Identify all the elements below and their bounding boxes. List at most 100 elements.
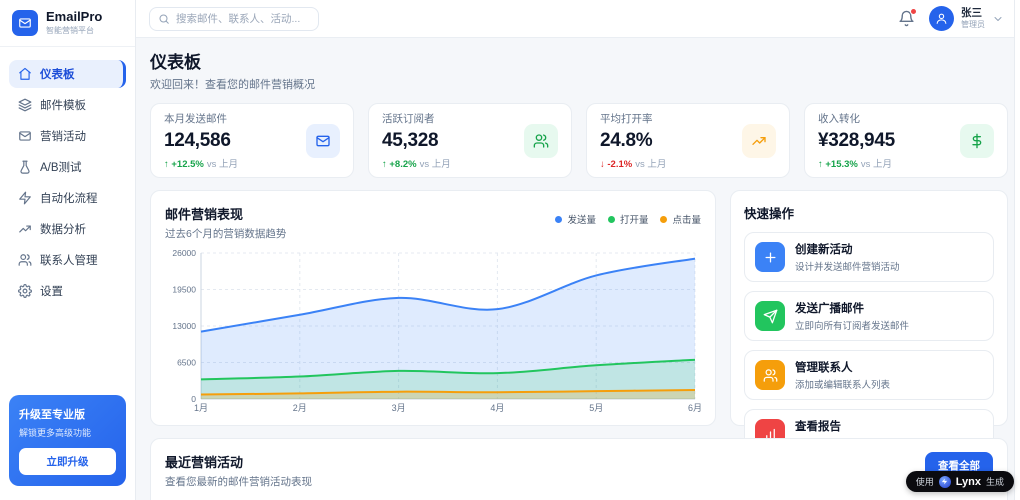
stat-change: ↑ +15.3%vs 上月 [818, 156, 895, 170]
user-menu[interactable]: 张三 管理员 [929, 6, 1004, 31]
quick-actions-card: 快速操作 创建新活动设计并发送邮件营销活动发送广播邮件立即向所有订阅者发送邮件管… [730, 190, 1008, 426]
app-root: EmailPro 智能营销平台 仪表板邮件模板营销活动A/B测试自动化流程数据分… [0, 0, 1020, 500]
recent-campaigns-card: 最近营销活动 查看您最新的邮件营销活动表现 查看全部 活动名称状态发送量打开率点… [150, 438, 1008, 500]
user-name: 张三 [961, 7, 985, 20]
scrollbar-track[interactable] [1014, 0, 1020, 500]
quick-action-create-campaign[interactable]: 创建新活动设计并发送邮件营销活动 [744, 232, 994, 282]
quick-action-title: 管理联系人 [795, 359, 890, 375]
stat-change: ↑ +12.5%vs 上月 [164, 156, 238, 170]
upgrade-button[interactable]: 立即升级 [19, 448, 116, 475]
sidebar-item-label: 营销活动 [40, 128, 86, 144]
upgrade-subtitle: 解锁更多高级功能 [19, 426, 116, 439]
notification-dot [910, 8, 917, 15]
chevron-down-icon [992, 13, 1004, 25]
stat-value: 24.8% [600, 130, 666, 152]
svg-text:1月: 1月 [194, 403, 208, 413]
upgrade-title: 升级至专业版 [19, 406, 116, 422]
svg-text:6500: 6500 [177, 358, 196, 368]
flask-icon [18, 160, 32, 174]
stat-card-1: 活跃订阅者 45,328 ↑ +8.2%vs 上月 [368, 103, 572, 178]
send-icon [755, 301, 785, 331]
sidebar-item-analytics[interactable]: 数据分析 [9, 215, 126, 243]
brand: EmailPro 智能营销平台 [0, 0, 135, 47]
quick-action-subtitle: 添加或编辑联系人列表 [795, 377, 890, 391]
sidebar-item-label: 数据分析 [40, 221, 86, 237]
legend-dot [555, 216, 562, 223]
quick-action-subtitle: 立即向所有订阅者发送邮件 [795, 318, 909, 332]
quick-action-send-broadcast[interactable]: 发送广播邮件立即向所有订阅者发送邮件 [744, 291, 994, 341]
stat-label: 活跃订阅者 [382, 111, 451, 126]
upgrade-card: 升级至专业版 解锁更多高级功能 立即升级 [9, 395, 126, 486]
home-icon [18, 67, 32, 81]
dollar-icon [960, 124, 994, 158]
avatar [929, 6, 954, 31]
stat-label: 平均打开率 [600, 111, 666, 126]
brand-name: EmailPro [46, 10, 102, 25]
mail-icon [306, 124, 340, 158]
sidebar-item-label: 仪表板 [40, 66, 75, 82]
sidebar-item-dashboard[interactable]: 仪表板 [9, 60, 126, 88]
legend-dot [608, 216, 615, 223]
stat-change: ↑ +8.2%vs 上月 [382, 156, 451, 170]
quick-action-manage-contacts[interactable]: 管理联系人添加或编辑联系人列表 [744, 350, 994, 400]
plus-icon [755, 242, 785, 272]
svg-text:19500: 19500 [172, 285, 196, 295]
quick-action-title: 发送广播邮件 [795, 300, 909, 316]
stat-label: 收入转化 [818, 111, 895, 126]
users-icon [18, 253, 32, 267]
search-box[interactable] [149, 7, 319, 31]
watermark-suffix: 生成 [986, 475, 1004, 488]
users-icon [524, 124, 558, 158]
stat-label: 本月发送邮件 [164, 111, 238, 126]
sidebar-item-campaigns[interactable]: 营销活动 [9, 122, 126, 150]
stat-cards-row: 本月发送邮件 124,586 ↑ +12.5%vs 上月 活跃订阅者 45,328 ↑ +… [150, 103, 1008, 178]
legend-item-0: 发送量 [555, 212, 596, 226]
performance-chart-card: 邮件营销表现 过去6个月的营销数据趋势 发送量打开量点击量 0650013000… [150, 190, 716, 426]
watermark-brand: Lynx [956, 476, 981, 488]
main-column: 张三 管理员 仪表板 欢迎回来！查看您的邮件营销概况 本月发送邮件 124,586… [136, 0, 1020, 500]
legend-item-2: 点击量 [660, 212, 701, 226]
layers-icon [18, 98, 32, 112]
quick-action-title: 查看报告 [795, 418, 900, 434]
sidebar-item-label: A/B测试 [40, 159, 82, 175]
brand-tagline: 智能营销平台 [46, 25, 102, 36]
legend-dot [660, 216, 667, 223]
page-title: 仪表板 [150, 48, 1008, 73]
sidebar-item-label: 自动化流程 [40, 190, 98, 206]
svg-text:5月: 5月 [589, 403, 603, 413]
sidebar: EmailPro 智能营销平台 仪表板邮件模板营销活动 A/B测试自动化流程数据分… [0, 0, 136, 500]
sidebar-item-label: 联系人管理 [40, 252, 98, 268]
stat-value: 45,328 [382, 130, 451, 152]
recent-title: 最近营销活动 [165, 452, 312, 471]
svg-text:13000: 13000 [172, 321, 196, 331]
sidebar-item-label: 设置 [40, 283, 63, 299]
gear-icon [18, 284, 32, 298]
svg-text:3月: 3月 [392, 403, 406, 413]
sidebar-item-templates[interactable]: 邮件模板 [9, 91, 126, 119]
search-icon [158, 13, 170, 25]
svg-text:2月: 2月 [293, 403, 307, 413]
stat-card-3: 收入转化 ¥328,945 ↑ +15.3%vs 上月 [804, 103, 1008, 178]
mail-logo-icon [12, 10, 38, 36]
chart-title: 邮件营销表现 [165, 204, 286, 223]
sidebar-item-contacts[interactable]: 联系人管理 [9, 246, 126, 274]
stat-card-0: 本月发送邮件 124,586 ↑ +12.5%vs 上月 [150, 103, 354, 178]
mail-icon [18, 129, 32, 143]
search-input[interactable] [176, 13, 310, 25]
zap-icon [18, 191, 32, 205]
stat-value: ¥328,945 [818, 130, 895, 152]
sidebar-item-settings[interactable]: 设置 [9, 277, 126, 305]
topbar: 张三 管理员 [136, 0, 1020, 38]
recent-subtitle: 查看您最新的邮件营销活动表现 [165, 474, 312, 489]
quick-action-title: 创建新活动 [795, 241, 900, 257]
page-subtitle: 欢迎回来！查看您的邮件营销概况 [150, 76, 1008, 92]
stat-value: 124,586 [164, 130, 238, 152]
svg-text:26000: 26000 [172, 248, 196, 258]
sidebar-item-ab-test[interactable]: A/B测试 [9, 153, 126, 181]
notifications-button[interactable] [898, 10, 915, 27]
sidebar-item-automation[interactable]: 自动化流程 [9, 184, 126, 212]
bell-icon [898, 14, 915, 31]
quick-action-subtitle: 设计并发送邮件营销活动 [795, 259, 900, 273]
lynx-logo-icon [939, 476, 951, 488]
stat-change: ↓ -2.1%vs 上月 [600, 156, 666, 170]
